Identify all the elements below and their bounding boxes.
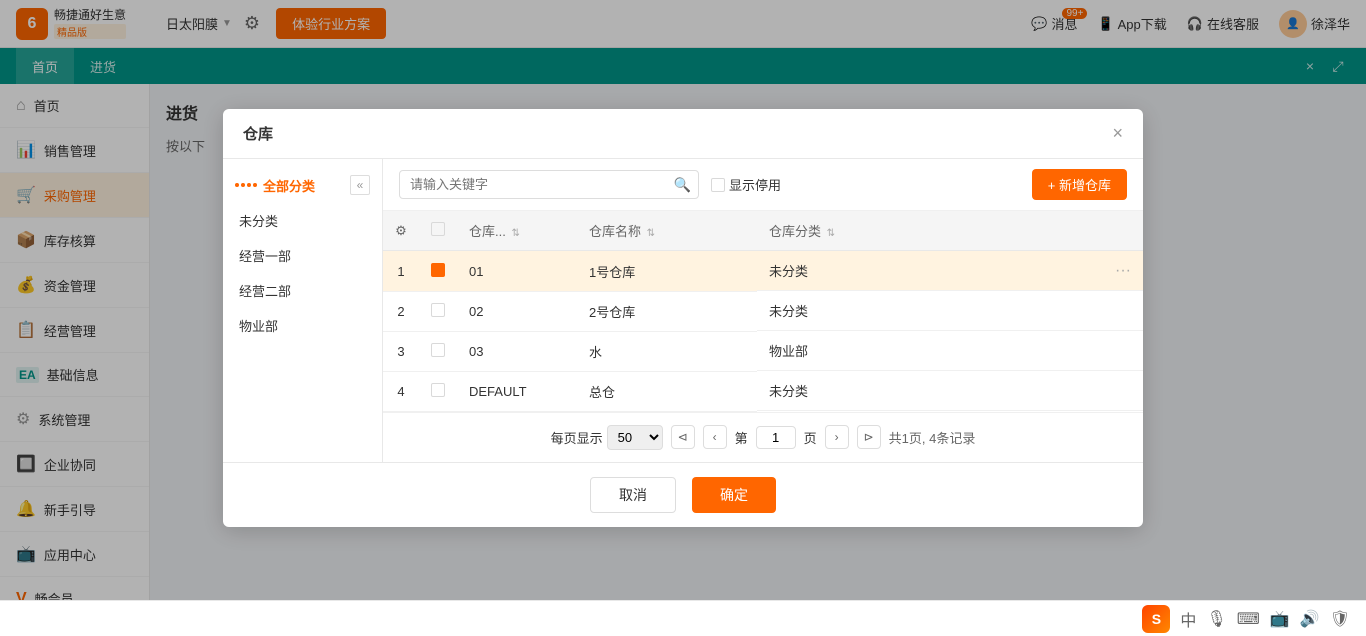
confirm-button[interactable]: 确定 <box>692 477 776 513</box>
td-name: 1号仓库 <box>577 251 757 292</box>
table-row[interactable]: 1 01 1号仓库 未分类 ··· <box>383 251 1143 292</box>
modal-toolbar: 🔍 显示停用 + 新增仓库 <box>383 159 1143 211</box>
warehouse-modal: 仓库 × 全部分类 « 未分类 经营一部 经 <box>223 109 1143 527</box>
th-category: 仓库分类 ⇅ <box>757 211 1143 251</box>
th-name: 仓库名称 ⇅ <box>577 211 757 251</box>
first-page-button[interactable]: ⊲ <box>671 425 695 449</box>
shield-icon[interactable]: 🛡 <box>1330 609 1350 629</box>
td-num: 4 <box>383 371 419 411</box>
table-body: 1 01 1号仓库 未分类 ··· 2 02 2号仓库 未分类 3 03 水 物… <box>383 251 1143 412</box>
td-name: 2号仓库 <box>577 291 757 331</box>
search-wrap: 🔍 <box>399 170 699 199</box>
show-disabled-checkbox-box[interactable] <box>711 178 725 192</box>
td-num: 3 <box>383 331 419 371</box>
show-disabled-label: 显示停用 <box>729 175 781 194</box>
td-code: DEFAULT <box>457 371 577 411</box>
modal-header: 仓库 × <box>223 109 1143 159</box>
prev-page-button[interactable]: ‹ <box>703 425 727 449</box>
per-page-wrap: 每页显示 50 10 20 100 <box>551 425 663 450</box>
per-page-label: 每页显示 <box>551 428 603 447</box>
category-header: 全部分类 « <box>223 167 382 203</box>
next-page-button[interactable]: › <box>825 425 849 449</box>
keyboard-icon[interactable]: ⌨ <box>1237 609 1260 629</box>
chinese-icon[interactable]: 中 <box>1180 607 1196 631</box>
pagination: 每页显示 50 10 20 100 ⊲ ‹ 第 页 › ⊳ <box>383 412 1143 462</box>
th-settings: ⚙ <box>383 211 419 251</box>
td-category: 未分类 <box>757 291 1143 331</box>
warehouse-table-wrap: ⚙ 仓库... ⇅ 仓库名称 <box>383 211 1143 412</box>
td-checkbox[interactable] <box>419 371 457 411</box>
td-name: 水 <box>577 331 757 371</box>
td-name: 总仓 <box>577 371 757 411</box>
search-input[interactable] <box>399 170 699 199</box>
select-all-checkbox[interactable] <box>431 222 445 236</box>
td-category: 物业部 <box>757 331 1143 371</box>
th-code: 仓库... ⇅ <box>457 211 577 251</box>
current-page-input[interactable] <box>756 426 796 449</box>
td-checkbox[interactable] <box>419 331 457 371</box>
modal-main-content: 🔍 显示停用 + 新增仓库 ⚙ <box>383 159 1143 462</box>
td-checkbox[interactable] <box>419 291 457 331</box>
th-code-label: 仓库... <box>469 224 506 239</box>
warehouse-table: ⚙ 仓库... ⇅ 仓库名称 <box>383 211 1143 412</box>
table-row[interactable]: 3 03 水 物业部 <box>383 331 1143 371</box>
category-collapse-button[interactable]: « <box>350 175 370 195</box>
modal-close-button[interactable]: × <box>1112 123 1123 144</box>
total-info: 共1页, 4条记录 <box>889 428 976 447</box>
category-dots-icon <box>235 183 257 187</box>
page-suffix: 页 <box>804 428 817 447</box>
td-code: 02 <box>457 291 577 331</box>
monitor-icon[interactable]: 📺 <box>1270 609 1290 629</box>
td-category: 未分类 ··· <box>757 251 1143 291</box>
table-row[interactable]: 2 02 2号仓库 未分类 <box>383 291 1143 331</box>
bottom-bar: S 中 🎙 ⌨ 📺 🔊 🛡 <box>0 600 1366 636</box>
th-checkbox <box>419 211 457 251</box>
td-num: 2 <box>383 291 419 331</box>
show-disabled-checkbox[interactable]: 显示停用 <box>711 175 781 194</box>
table-row[interactable]: 4 DEFAULT 总仓 未分类 <box>383 371 1143 411</box>
cancel-button[interactable]: 取消 <box>590 477 676 513</box>
search-icon[interactable]: 🔍 <box>674 176 691 193</box>
modal-body: 全部分类 « 未分类 经营一部 经营二部 物业部 🔍 <box>223 159 1143 462</box>
last-page-button[interactable]: ⊳ <box>857 425 881 449</box>
sound-icon[interactable]: 🔊 <box>1300 609 1320 629</box>
sort-code-icon[interactable]: ⇅ <box>511 228 519 239</box>
modal-title: 仓库 <box>243 123 273 144</box>
add-warehouse-button[interactable]: + 新增仓库 <box>1032 169 1127 200</box>
modal-footer: 取消 确定 <box>223 462 1143 527</box>
td-category: 未分类 <box>757 371 1143 411</box>
category-all-label[interactable]: 全部分类 <box>235 176 315 195</box>
bottom-right: S 中 🎙 ⌨ 📺 🔊 🛡 <box>1142 605 1350 633</box>
td-code: 01 <box>457 251 577 292</box>
sort-cat-icon[interactable]: ⇅ <box>827 228 835 239</box>
table-header-row: ⚙ 仓库... ⇅ 仓库名称 <box>383 211 1143 251</box>
mic-icon[interactable]: 🎙 <box>1206 609 1226 629</box>
td-checkbox[interactable] <box>419 251 457 292</box>
page-prefix: 第 <box>735 428 748 447</box>
category-item-2[interactable]: 经营二部 <box>223 273 382 308</box>
td-num: 1 <box>383 251 419 292</box>
category-sidebar: 全部分类 « 未分类 经营一部 经营二部 物业部 <box>223 159 383 462</box>
th-cat-label: 仓库分类 <box>769 224 821 239</box>
td-code: 03 <box>457 331 577 371</box>
category-all-text: 全部分类 <box>263 176 315 195</box>
category-item-3[interactable]: 物业部 <box>223 308 382 343</box>
s-logo-icon: S <box>1142 605 1170 633</box>
settings-icon[interactable]: ⚙ <box>395 223 407 238</box>
sort-name-icon[interactable]: ⇅ <box>647 228 655 239</box>
category-item-0[interactable]: 未分类 <box>223 203 382 238</box>
more-icon[interactable]: ··· <box>1115 262 1131 280</box>
category-item-1[interactable]: 经营一部 <box>223 238 382 273</box>
th-name-label: 仓库名称 <box>589 224 641 239</box>
per-page-select[interactable]: 50 10 20 100 <box>607 425 663 450</box>
modal-overlay: 仓库 × 全部分类 « 未分类 经营一部 经 <box>0 0 1366 636</box>
